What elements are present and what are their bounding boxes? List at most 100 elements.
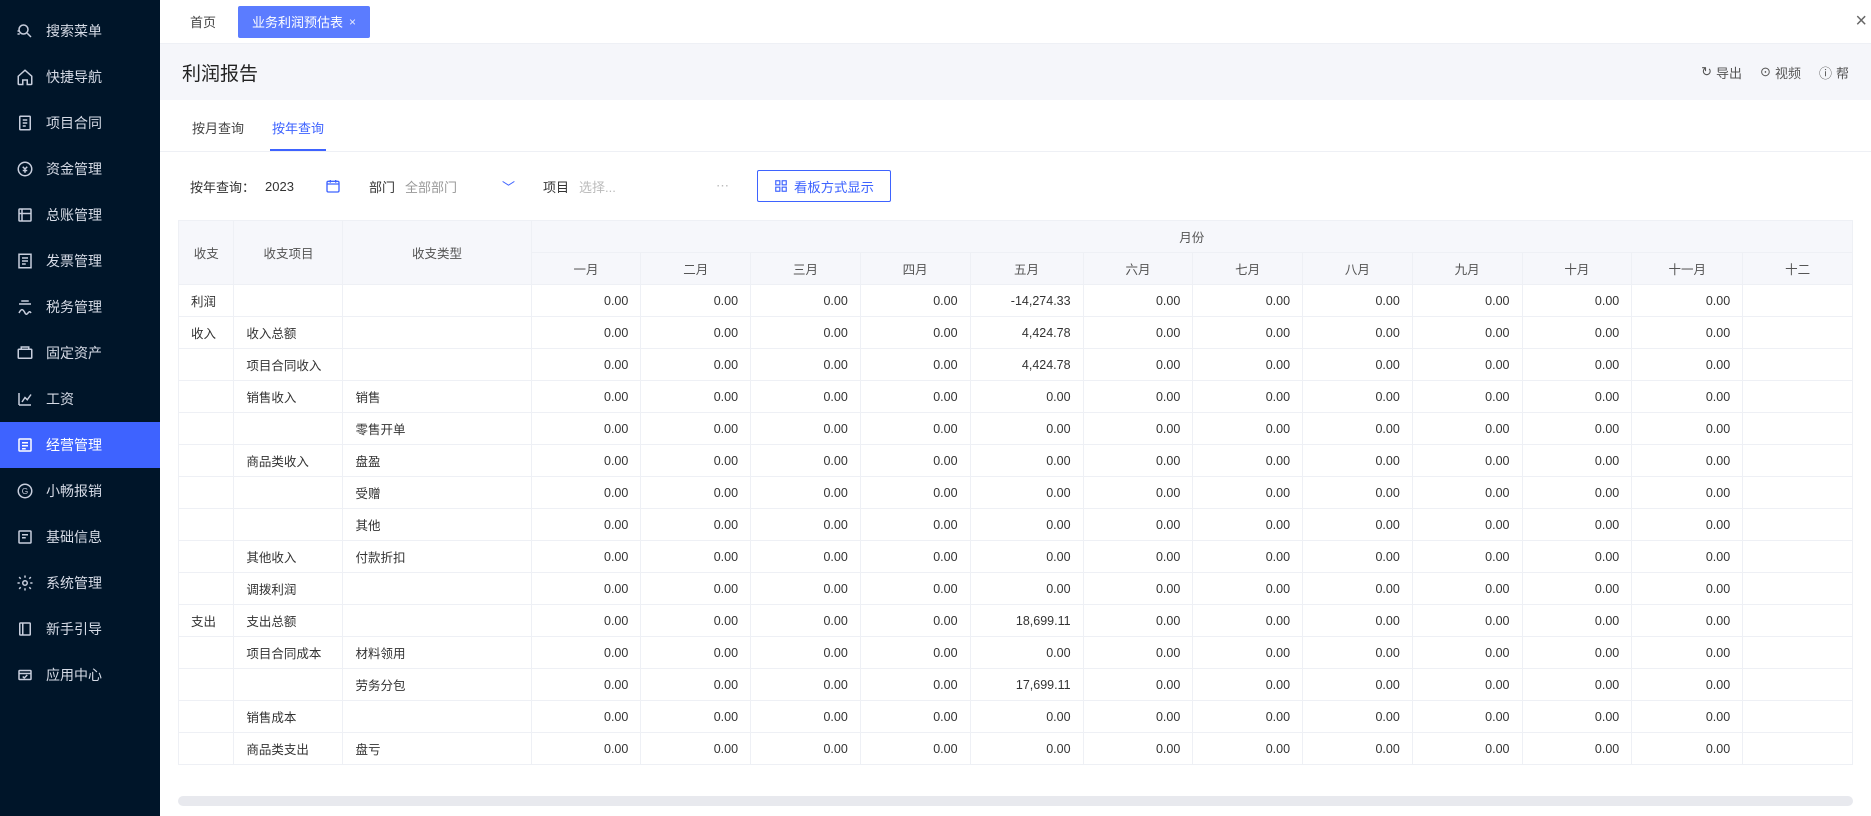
cell-value: 0.00 [860,541,970,573]
cell-value: 0.00 [1193,637,1303,669]
sidebar-item-10[interactable]: G小畅报销 [0,468,160,514]
cell-value [1743,381,1853,413]
refresh-icon: ↻ [1701,64,1712,80]
table-row: 其他收入付款折扣0.000.000.000.000.000.000.000.00… [179,541,1853,573]
cell-value: 0.00 [1083,509,1193,541]
cell-value: 0.00 [1412,669,1522,701]
cell-group [179,573,234,605]
th-month-group: 月份 [531,221,1852,253]
sidebar-item-2[interactable]: 项目合同 [0,100,160,146]
cell-value: 0.00 [751,573,861,605]
cell-type: 付款折扣 [343,541,531,573]
tab-yearly[interactable]: 按年查询 [270,110,326,151]
close-icon[interactable]: × [1855,10,1867,33]
horizontal-scrollbar[interactable] [178,796,1853,806]
cell-value: 0.00 [1412,701,1522,733]
calendar-icon[interactable] [325,178,341,194]
sidebar-item-1[interactable]: 快捷导航 [0,54,160,100]
cell-value: 0.00 [1632,669,1743,701]
cell-value: 4,424.78 [970,349,1083,381]
cell-value: 0.00 [641,605,751,637]
cell-value: 0.00 [1522,701,1632,733]
cell-value: 0.00 [1303,605,1413,637]
sidebar-item-6[interactable]: 税务管理 [0,284,160,330]
cell-value: 0.00 [641,285,751,317]
cell-group: 支出 [179,605,234,637]
cell-value: 0.00 [751,701,861,733]
cell-value: 0.00 [1522,509,1632,541]
cell-value [1743,669,1853,701]
cell-value: 0.00 [1632,605,1743,637]
profit-table: 收支收支项目收支类型月份一月二月三月四月五月六月七月八月九月十月十一月十二利润0… [178,220,1853,765]
tab-close-icon[interactable]: × [349,15,356,29]
sidebar-item-label: 工资 [46,389,74,409]
cell-item: 项目合同收入 [234,349,343,381]
cell-value: 0.00 [1632,285,1743,317]
cell-value: 0.00 [1303,669,1413,701]
cell-value: 4,424.78 [970,317,1083,349]
tab-0[interactable]: 首页 [176,6,230,38]
project-label: 项目 [543,177,569,196]
sidebar-item-12[interactable]: 系统管理 [0,560,160,606]
cell-value: 0.00 [1412,317,1522,349]
sidebar-item-4[interactable]: 总账管理 [0,192,160,238]
cell-value: 0.00 [1303,701,1413,733]
cell-value: 0.00 [531,573,641,605]
sidebar-item-11[interactable]: 基础信息 [0,514,160,560]
cell-value: 0.00 [1083,445,1193,477]
cell-value: 0.00 [1303,541,1413,573]
table-scroll[interactable]: 收支收支项目收支类型月份一月二月三月四月五月六月七月八月九月十月十一月十二利润0… [178,220,1853,784]
cell-value: 0.00 [970,733,1083,765]
cell-value: 0.00 [970,413,1083,445]
sidebar-item-13[interactable]: 新手引导 [0,606,160,652]
doc-icon [16,114,34,132]
sidebar-item-8[interactable]: 工资 [0,376,160,422]
sidebar-item-14[interactable]: 应用中心 [0,652,160,698]
cell-value: 0.00 [860,285,970,317]
cell-value: 0.00 [751,477,861,509]
cell-value: 0.00 [1412,733,1522,765]
table-row: 销售成本0.000.000.000.000.000.000.000.000.00… [179,701,1853,733]
sub-tabs: 按月查询 按年查询 [160,100,1871,152]
sidebar-item-label: 经营管理 [46,435,102,455]
cell-value: 0.00 [860,669,970,701]
gear-icon [16,574,34,592]
cell-value: 0.00 [531,541,641,573]
tab-monthly[interactable]: 按月查询 [190,110,246,151]
cell-value: 0.00 [970,477,1083,509]
help-button[interactable]: ⓘ 帮 [1819,63,1849,82]
project-select[interactable]: 选择... ⋯ [579,177,729,196]
video-button[interactable]: ⊙ 视频 [1760,63,1801,82]
dept-select[interactable]: 全部部门 ﹀ [405,177,515,196]
cell-value: 0.00 [751,637,861,669]
cell-item [234,285,343,317]
cell-value [1743,541,1853,573]
page-header: 利润报告 ↻ 导出 ⊙ 视频 ⓘ 帮 [160,44,1871,100]
cell-value: 0.00 [1303,381,1413,413]
sidebar-item-9[interactable]: 经营管理 [0,422,160,468]
board-view-button[interactable]: 看板方式显示 [757,170,891,202]
tab-1[interactable]: 业务利润预估表× [238,6,370,38]
cell-item: 销售成本 [234,701,343,733]
cell-value: 0.00 [970,445,1083,477]
cell-value: 0.00 [1522,605,1632,637]
cell-group [179,733,234,765]
cell-value: 0.00 [1632,477,1743,509]
cell-value: 0.00 [1083,285,1193,317]
export-button[interactable]: ↻ 导出 [1701,63,1742,82]
sidebar-item-7[interactable]: 固定资产 [0,330,160,376]
cell-value: 0.00 [751,733,861,765]
sidebar-item-5[interactable]: 发票管理 [0,238,160,284]
tab-label: 首页 [190,12,216,31]
sidebar-item-3[interactable]: 资金管理 [0,146,160,192]
sidebar-item-0[interactable]: 搜索菜单 [0,8,160,54]
cell-type [343,317,531,349]
cell-type: 零售开单 [343,413,531,445]
cell-value: 0.00 [531,381,641,413]
cell-value: 0.00 [1303,349,1413,381]
home-icon [16,68,34,86]
filter-bar: 按年查询： 部门 全部部门 ﹀ 项目 选择... [160,152,1871,220]
cell-value [1743,317,1853,349]
year-input[interactable] [265,179,315,194]
cell-value: 0.00 [860,573,970,605]
